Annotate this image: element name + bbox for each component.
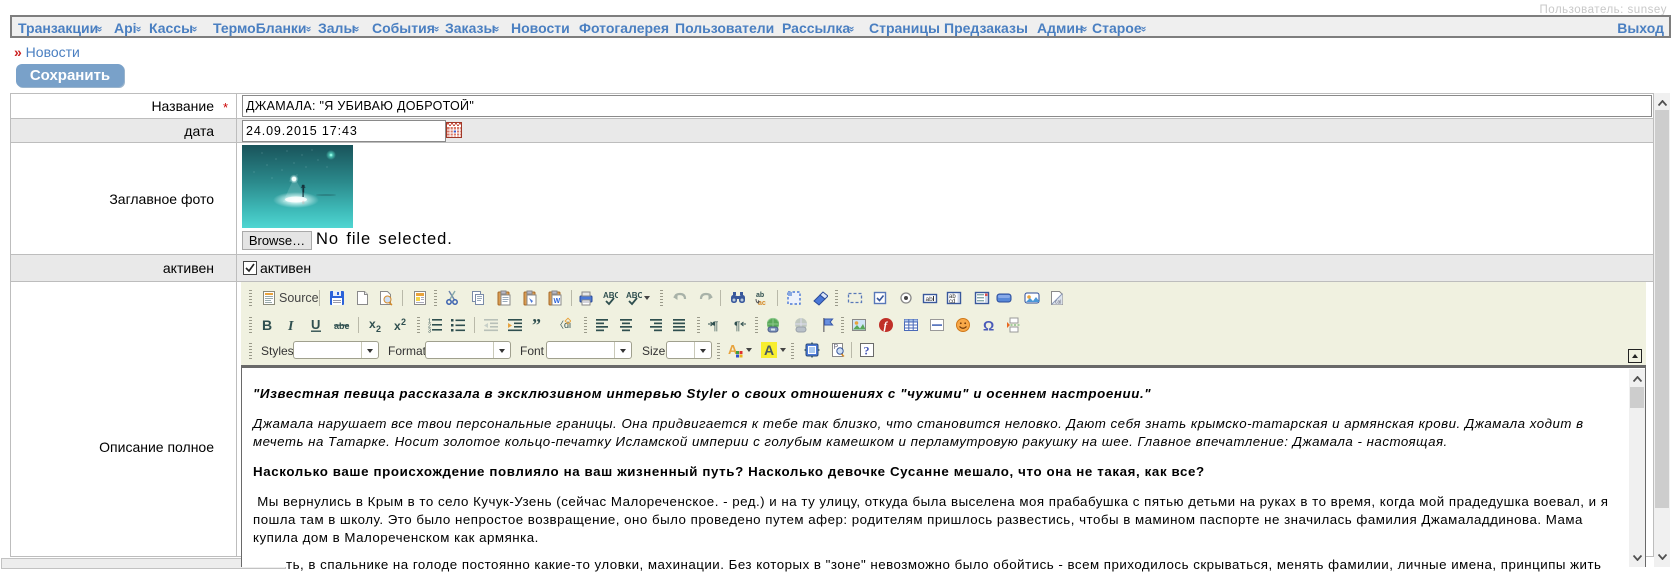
svg-text:Ω: Ω: [983, 318, 994, 334]
svg-text:A: A: [764, 342, 774, 358]
svg-text:2: 2: [401, 317, 406, 327]
svg-text:B: B: [262, 317, 272, 333]
svg-text:abe: abe: [334, 321, 350, 331]
svg-text:¶: ¶: [734, 319, 740, 333]
svg-text:ABC: ABC: [603, 291, 618, 300]
svg-text:x: x: [394, 319, 401, 333]
svg-text:U: U: [311, 317, 320, 332]
svg-text:I: I: [287, 319, 294, 333]
svg-text:cal: cal: [1055, 300, 1061, 306]
svg-text:cd: cd: [949, 299, 955, 305]
svg-text:2: 2: [376, 324, 381, 333]
svg-text:ab: ab: [926, 296, 934, 303]
svg-text:ab: ab: [756, 292, 764, 299]
svg-text:〈div〉: 〈div〉: [555, 320, 571, 330]
svg-text:x: x: [369, 317, 376, 331]
svg-text:W: W: [554, 298, 561, 305]
svg-text:ABC: ABC: [626, 291, 642, 300]
svg-text:?: ?: [864, 344, 870, 358]
svg-text:¶: ¶: [712, 319, 718, 333]
svg-text:3: 3: [428, 329, 431, 334]
svg-text:”: ”: [532, 317, 541, 333]
